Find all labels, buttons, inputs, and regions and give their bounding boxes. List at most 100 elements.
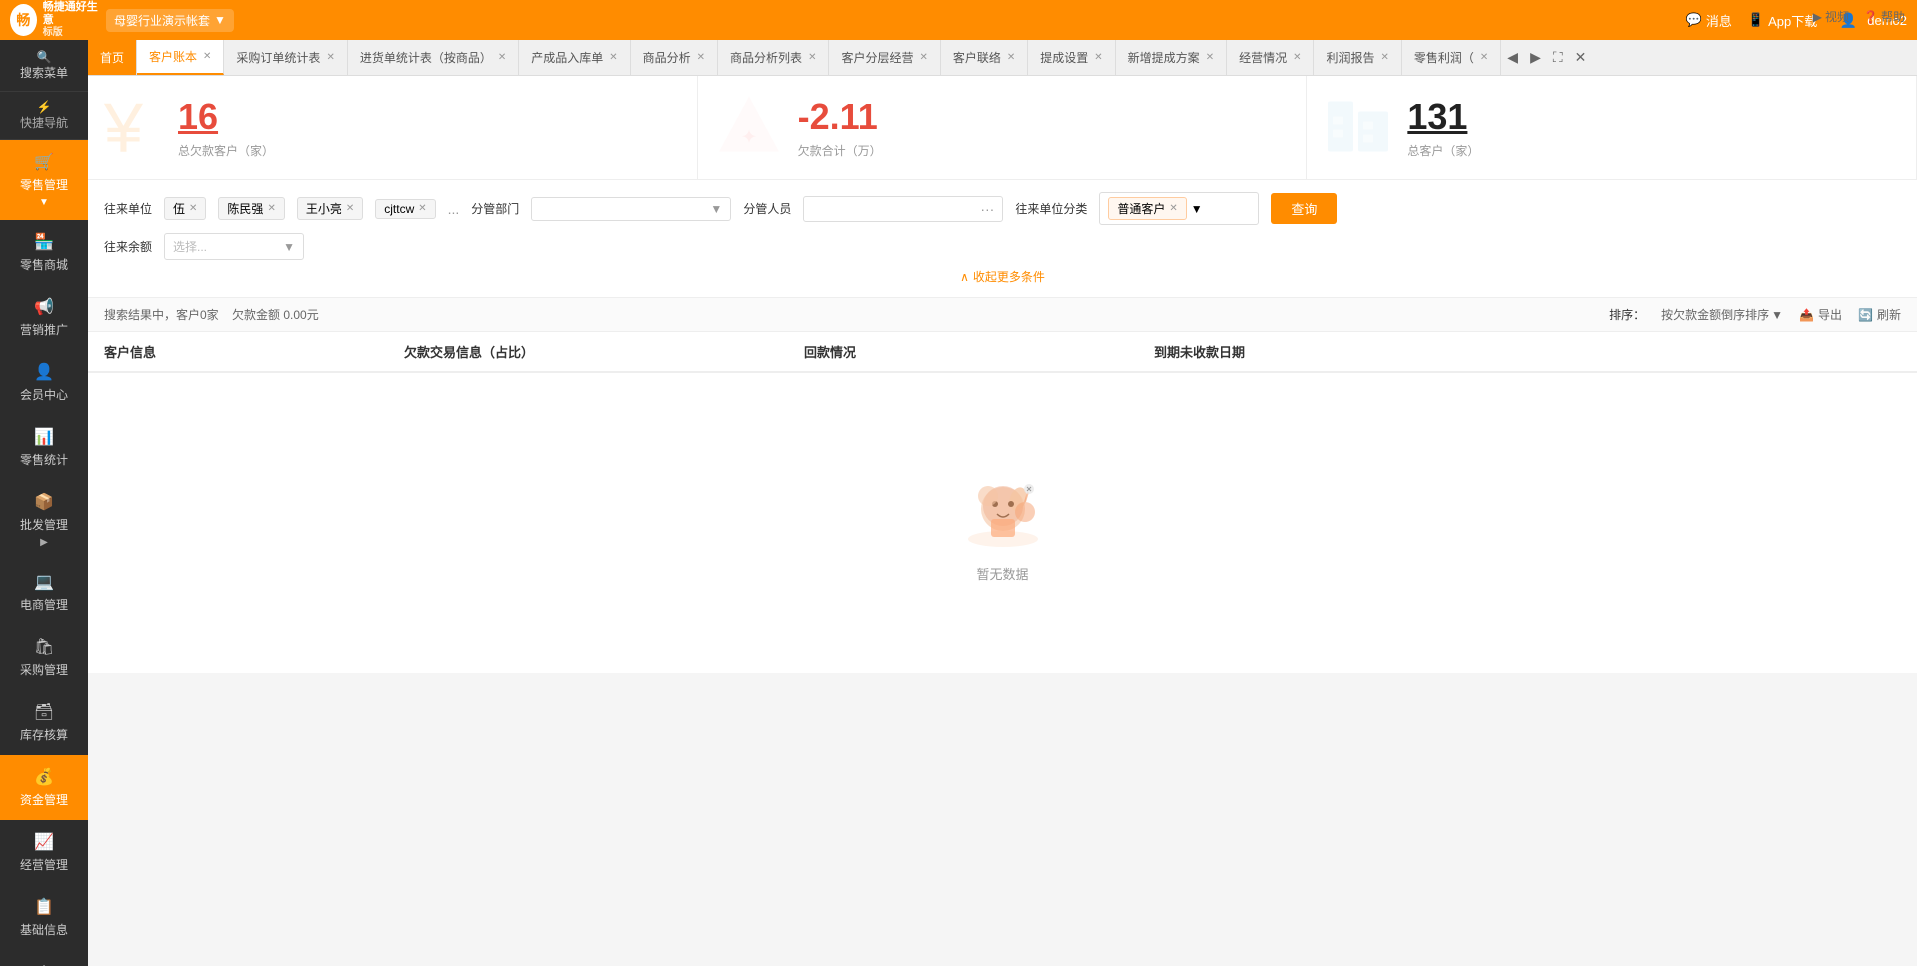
expand-icon: ▶ bbox=[40, 537, 48, 548]
empty-text: 暂无数据 bbox=[976, 564, 1028, 583]
tag-close-wang[interactable]: ✕ bbox=[346, 203, 354, 214]
filter-tag-unit-cj[interactable]: cjttcw ✕ bbox=[375, 199, 435, 219]
sidebar-item-basic-info[interactable]: 📋 基础信息 bbox=[0, 885, 88, 950]
tab-label-operations: 经营情况 bbox=[1239, 49, 1287, 66]
content-area: ¥ 16 总欠款客户（家） ✦ -2.11 欠款合计（万） bbox=[88, 76, 1917, 966]
sidebar-item-system[interactable]: ⚙ 系统管理 bbox=[0, 950, 88, 966]
sidebar-item-purchase[interactable]: 🛍 采购管理 bbox=[0, 625, 88, 690]
filter-classify-select[interactable]: 普通客户 ✕ ▼ bbox=[1099, 192, 1259, 225]
filter-tag-classify[interactable]: 普通客户 ✕ bbox=[1108, 197, 1186, 220]
filter-dept-select[interactable]: ▼ bbox=[531, 197, 731, 221]
tab-close-product-analysis[interactable]: ✕ bbox=[697, 52, 705, 63]
sidebar-item-retail-stats[interactable]: 📊 零售统计 bbox=[0, 415, 88, 480]
tab-maximize[interactable]: ⛶ bbox=[1547, 49, 1569, 66]
sidebar-label-inventory: 库存核算 bbox=[20, 726, 68, 743]
collapse-filter-btn[interactable]: ∧ 收起更多条件 bbox=[104, 268, 1901, 285]
filter-tag-unit-wu[interactable]: 伍 ✕ bbox=[164, 197, 206, 220]
result-amount-text: 欠款金额 0.00元 bbox=[232, 308, 319, 322]
tab-product-analysis[interactable]: 商品分析 ✕ bbox=[631, 40, 718, 75]
filter-person-select[interactable]: ··· bbox=[803, 196, 1003, 222]
tab-operations[interactable]: 经营情况 ✕ bbox=[1227, 40, 1314, 75]
app-title: 畅捷通好生意 bbox=[43, 1, 98, 27]
tab-product-analysis-list[interactable]: 商品分析列表 ✕ bbox=[718, 40, 829, 75]
sidebar-item-wholesale[interactable]: 📦 批发管理 ▶ bbox=[0, 480, 88, 560]
sort-value[interactable]: 按欠款金额倒序排序 ▼ bbox=[1661, 306, 1783, 323]
tab-close-operations[interactable]: ✕ bbox=[1293, 52, 1301, 63]
tab-customer-contact[interactable]: 客户联络 ✕ bbox=[941, 40, 1028, 75]
app-subtitle: 标版 bbox=[43, 27, 98, 39]
tab-close-profit-report[interactable]: ✕ bbox=[1381, 52, 1389, 63]
stat-value-total[interactable]: 131 bbox=[1407, 96, 1467, 138]
stat-value-customers[interactable]: 16 bbox=[178, 96, 218, 138]
tab-nav-left[interactable]: ◀ bbox=[1501, 49, 1524, 66]
tab-close-product-inbound[interactable]: ✕ bbox=[609, 52, 617, 63]
tab-close-increase-settings[interactable]: ✕ bbox=[1094, 52, 1102, 63]
filter-balance-select[interactable]: 选择... ▼ bbox=[164, 233, 304, 260]
app-download-btn[interactable]: 📱 App下载 bbox=[1748, 11, 1817, 30]
sidebar-item-quick-nav[interactable]: ⚡ 快捷导航 bbox=[0, 92, 88, 140]
refresh-label: 刷新 bbox=[1877, 306, 1901, 323]
tab-close-new-increase[interactable]: ✕ bbox=[1206, 52, 1214, 63]
sidebar: 🔍 搜索菜单 ⚡ 快捷导航 🛒 零售管理 ▼ 🏪 零售商城 📢 营销推广 � bbox=[0, 40, 88, 966]
tag-close-wu[interactable]: ✕ bbox=[189, 203, 197, 214]
app-download-label: App下载 bbox=[1768, 11, 1817, 30]
sidebar-item-retail[interactable]: 🛒 零售管理 ▼ bbox=[0, 140, 88, 220]
filter-row-1: 往来单位 伍 ✕ 陈民强 ✕ 王小亮 ✕ bbox=[104, 192, 1901, 225]
sidebar-item-marketing[interactable]: 📢 营销推广 bbox=[0, 285, 88, 350]
tab-home[interactable]: 首页 bbox=[88, 40, 137, 75]
export-btn[interactable]: 📤 导出 bbox=[1799, 306, 1842, 323]
tab-product-inbound[interactable]: 产成品入库单 ✕ bbox=[519, 40, 630, 75]
empty-state: 暂无数据 bbox=[893, 404, 1113, 643]
result-actions: 排序： 按欠款金额倒序排序 ▼ 📤 导出 🔄 刷新 bbox=[1609, 306, 1901, 323]
tab-new-increase[interactable]: 新增提成方案 ✕ bbox=[1116, 40, 1227, 75]
tag-close-classify[interactable]: ✕ bbox=[1169, 203, 1177, 214]
ecommerce-icon: 💻 bbox=[34, 572, 54, 592]
export-label: 导出 bbox=[1818, 306, 1842, 323]
tab-customer-account[interactable]: 客户账本 ✕ bbox=[137, 40, 224, 75]
tab-close-customer-contact[interactable]: ✕ bbox=[1007, 52, 1015, 63]
mall-icon: 🏪 bbox=[34, 232, 54, 252]
tab-profit-report[interactable]: 利润报告 ✕ bbox=[1314, 40, 1401, 75]
tab-retail-profit[interactable]: 零售利润（ ✕ bbox=[1402, 40, 1501, 75]
download-icon: 📱 bbox=[1748, 12, 1764, 28]
tab-customer-tier[interactable]: 客户分层经营 ✕ bbox=[829, 40, 940, 75]
query-button[interactable]: 查询 bbox=[1271, 193, 1337, 224]
stats-icon: 📊 bbox=[34, 427, 54, 447]
sidebar-item-finance[interactable]: 💰 资金管理 bbox=[0, 755, 88, 820]
table-header: 客户信息 欠款交易信息（占比） 回款情况 到期未收款日期 bbox=[88, 332, 1917, 373]
classify-arrow-icon: ▼ bbox=[1191, 202, 1203, 216]
messages-btn[interactable]: 💬 消息 bbox=[1686, 11, 1732, 30]
tab-increase-settings[interactable]: 提成设置 ✕ bbox=[1028, 40, 1115, 75]
sidebar-item-ecommerce[interactable]: 💻 电商管理 bbox=[0, 560, 88, 625]
filter-dept-label: 分管部门 bbox=[471, 200, 519, 217]
tag-close-cj[interactable]: ✕ bbox=[418, 203, 426, 214]
filter-row-2: 往来余额 选择... ▼ bbox=[104, 233, 1901, 260]
tab-close-retail-profit[interactable]: ✕ bbox=[1480, 52, 1488, 63]
tab-close-customer-tier[interactable]: ✕ bbox=[919, 52, 927, 63]
refresh-btn[interactable]: 🔄 刷新 bbox=[1858, 306, 1901, 323]
stat-value-amount: -2.11 bbox=[798, 96, 878, 138]
tab-close-inventory-stats[interactable]: ✕ bbox=[498, 52, 506, 63]
tab-inventory-stats[interactable]: 进货单统计表（按商品） ✕ bbox=[348, 40, 519, 75]
tab-close-all[interactable]: ✕ bbox=[1569, 49, 1593, 66]
sidebar-item-operations[interactable]: 📈 经营管理 bbox=[0, 820, 88, 885]
stat-label-amount: 欠款合计（万） bbox=[798, 142, 882, 159]
tab-close-purchase-order[interactable]: ✕ bbox=[326, 52, 334, 63]
purchase-icon: 🛍 bbox=[34, 637, 54, 657]
filter-tag-unit-chen[interactable]: 陈民强 ✕ bbox=[218, 197, 284, 220]
sidebar-item-retail-mall[interactable]: 🏪 零售商城 bbox=[0, 220, 88, 285]
account-selector[interactable]: 母婴行业演示帐套 ▼ bbox=[106, 9, 234, 32]
filter-tag-unit-wang[interactable]: 王小亮 ✕ bbox=[297, 197, 363, 220]
tab-close-product-analysis-list[interactable]: ✕ bbox=[808, 52, 816, 63]
tab-nav-right[interactable]: ▶ bbox=[1524, 49, 1547, 66]
sidebar-item-search-menu[interactable]: 🔍 搜索菜单 bbox=[0, 40, 88, 92]
filter-unit-label: 往来单位 bbox=[104, 200, 152, 217]
tab-purchase-order[interactable]: 采购订单统计表 ✕ bbox=[224, 40, 347, 75]
filter-more-btn[interactable]: ... bbox=[448, 201, 460, 217]
sidebar-item-member[interactable]: 👤 会员中心 bbox=[0, 350, 88, 415]
tag-close-chen[interactable]: ✕ bbox=[267, 203, 275, 214]
tab-label-increase-settings: 提成设置 bbox=[1040, 49, 1088, 66]
tab-close-customer-account[interactable]: ✕ bbox=[203, 51, 211, 62]
sidebar-item-inventory[interactable]: 🗃 库存核算 bbox=[0, 690, 88, 755]
result-info-text: 搜索结果中，客户0家 bbox=[104, 308, 219, 322]
